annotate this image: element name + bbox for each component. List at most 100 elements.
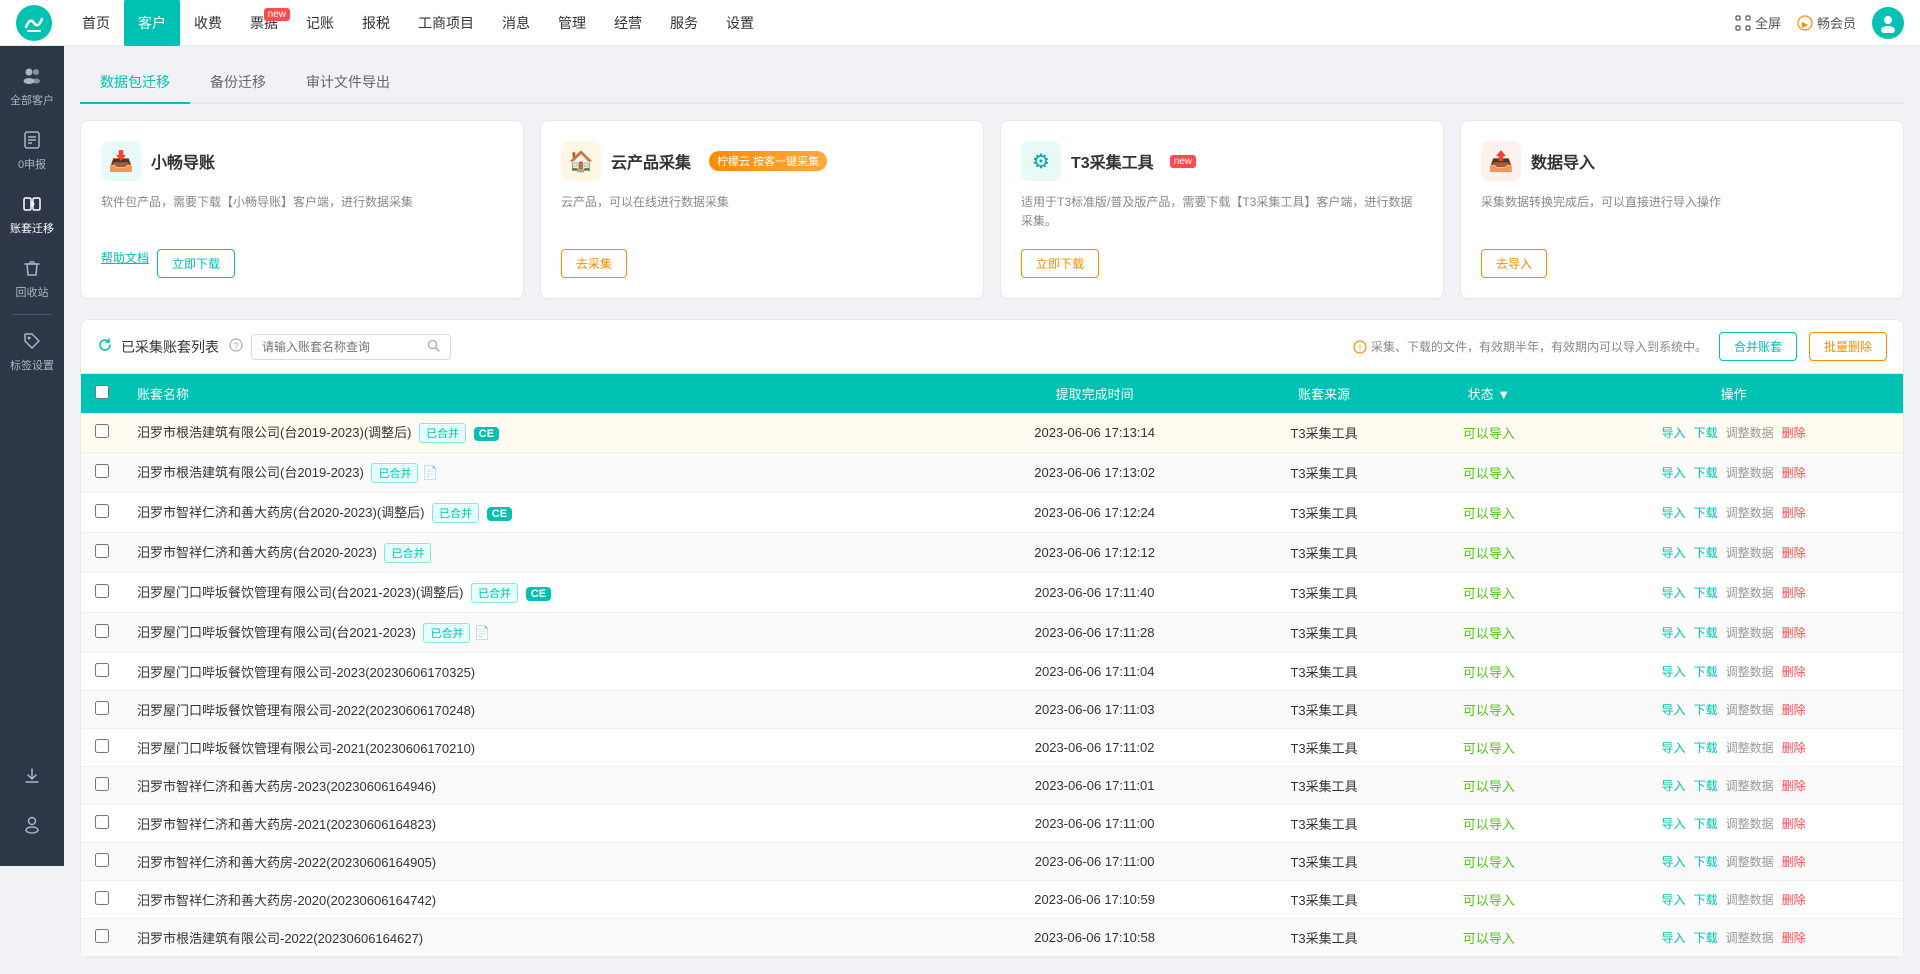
row-checkbox[interactable] — [95, 663, 109, 677]
action-adjust[interactable]: 调整数据 — [1726, 506, 1774, 520]
sidebar-item-trash[interactable]: 回收站 — [0, 246, 64, 310]
fullscreen-btn[interactable]: 全屏 — [1735, 13, 1781, 32]
action-delete[interactable]: 删除 — [1782, 466, 1806, 480]
action-下载[interactable]: 下载 — [1694, 931, 1718, 945]
action-delete[interactable]: 删除 — [1782, 426, 1806, 440]
tab-data-migration[interactable]: 数据包迁移 — [80, 62, 190, 104]
action-adjust[interactable]: 调整数据 — [1726, 426, 1774, 440]
action-adjust[interactable]: 调整数据 — [1726, 703, 1774, 717]
action-导入[interactable]: 导入 — [1662, 703, 1686, 717]
search-box[interactable] — [251, 334, 451, 360]
action-导入[interactable]: 导入 — [1662, 506, 1686, 520]
action-adjust[interactable]: 调整数据 — [1726, 817, 1774, 831]
import-go-btn[interactable]: 去导入 — [1481, 249, 1547, 278]
action-导入[interactable]: 导入 — [1662, 586, 1686, 600]
action-adjust[interactable]: 调整数据 — [1726, 546, 1774, 560]
action-下载[interactable]: 下载 — [1694, 855, 1718, 869]
action-导入[interactable]: 导入 — [1662, 626, 1686, 640]
action-导入[interactable]: 导入 — [1662, 546, 1686, 560]
row-checkbox-cell[interactable] — [81, 691, 123, 729]
row-checkbox[interactable] — [95, 544, 109, 558]
action-delete[interactable]: 删除 — [1782, 855, 1806, 869]
nav-accounting[interactable]: 记账 — [292, 0, 348, 46]
action-adjust[interactable]: 调整数据 — [1726, 855, 1774, 869]
row-checkbox-cell[interactable] — [81, 805, 123, 843]
action-导入[interactable]: 导入 — [1662, 855, 1686, 869]
row-checkbox[interactable] — [95, 584, 109, 598]
action-导入[interactable]: 导入 — [1662, 426, 1686, 440]
row-checkbox[interactable] — [95, 929, 109, 943]
action-adjust[interactable]: 调整数据 — [1726, 741, 1774, 755]
action-下载[interactable]: 下载 — [1694, 779, 1718, 793]
action-adjust[interactable]: 调整数据 — [1726, 779, 1774, 793]
row-checkbox-cell[interactable] — [81, 493, 123, 533]
action-下载[interactable]: 下载 — [1694, 626, 1718, 640]
row-checkbox-cell[interactable] — [81, 843, 123, 881]
sidebar-user-setting[interactable] — [16, 802, 48, 850]
tab-audit-export[interactable]: 审计文件导出 — [286, 62, 410, 104]
col-status[interactable]: 状态 ▼ — [1414, 374, 1565, 413]
nav-tax[interactable]: 报税 — [348, 0, 404, 46]
action-导入[interactable]: 导入 — [1662, 893, 1686, 907]
row-checkbox[interactable] — [95, 464, 109, 478]
sidebar-download[interactable] — [16, 754, 48, 802]
action-下载[interactable]: 下载 — [1694, 665, 1718, 679]
sidebar-item-all-clients[interactable]: 全部客户 — [0, 54, 64, 118]
row-checkbox-cell[interactable] — [81, 413, 123, 453]
refresh-icon[interactable] — [97, 337, 113, 356]
file-icon[interactable]: 📄 — [474, 625, 490, 640]
row-checkbox-cell[interactable] — [81, 573, 123, 613]
row-checkbox-cell[interactable] — [81, 919, 123, 957]
help-icon[interactable]: ? — [229, 338, 243, 355]
xiaochang-help-link[interactable]: 帮助文档 — [101, 249, 149, 278]
action-导入[interactable]: 导入 — [1662, 817, 1686, 831]
row-checkbox-cell[interactable] — [81, 453, 123, 493]
batch-delete-btn[interactable]: 批量删除 — [1809, 332, 1887, 361]
nav-message[interactable]: 消息 — [488, 0, 544, 46]
action-导入[interactable]: 导入 — [1662, 466, 1686, 480]
row-checkbox-cell[interactable] — [81, 767, 123, 805]
action-delete[interactable]: 删除 — [1782, 626, 1806, 640]
action-下载[interactable]: 下载 — [1694, 703, 1718, 717]
search-icon[interactable] — [427, 339, 440, 355]
sidebar-item-migrate[interactable]: 账套迁移 — [0, 182, 64, 246]
action-下载[interactable]: 下载 — [1694, 506, 1718, 520]
row-checkbox[interactable] — [95, 815, 109, 829]
action-导入[interactable]: 导入 — [1662, 741, 1686, 755]
select-all-checkbox[interactable] — [95, 385, 109, 399]
action-下载[interactable]: 下载 — [1694, 466, 1718, 480]
action-adjust[interactable]: 调整数据 — [1726, 893, 1774, 907]
row-checkbox-cell[interactable] — [81, 729, 123, 767]
action-下载[interactable]: 下载 — [1694, 586, 1718, 600]
action-导入[interactable]: 导入 — [1662, 665, 1686, 679]
action-adjust[interactable]: 调整数据 — [1726, 626, 1774, 640]
user-avatar[interactable] — [1872, 7, 1904, 39]
row-checkbox[interactable] — [95, 891, 109, 905]
action-delete[interactable]: 删除 — [1782, 506, 1806, 520]
action-adjust[interactable]: 调整数据 — [1726, 931, 1774, 945]
row-checkbox-cell[interactable] — [81, 533, 123, 573]
action-delete[interactable]: 删除 — [1782, 586, 1806, 600]
row-checkbox[interactable] — [95, 777, 109, 791]
action-delete[interactable]: 删除 — [1782, 779, 1806, 793]
action-下载[interactable]: 下载 — [1694, 546, 1718, 560]
action-delete[interactable]: 删除 — [1782, 703, 1806, 717]
row-checkbox[interactable] — [95, 424, 109, 438]
action-delete[interactable]: 删除 — [1782, 741, 1806, 755]
nav-manage[interactable]: 管理 — [544, 0, 600, 46]
row-checkbox-cell[interactable] — [81, 881, 123, 919]
action-下载[interactable]: 下载 — [1694, 893, 1718, 907]
sidebar-item-zero-report[interactable]: 0申报 — [0, 118, 64, 182]
action-delete[interactable]: 删除 — [1782, 931, 1806, 945]
action-下载[interactable]: 下载 — [1694, 426, 1718, 440]
action-导入[interactable]: 导入 — [1662, 931, 1686, 945]
nav-ticket[interactable]: 票据 new — [236, 0, 292, 46]
xiaochang-download-btn[interactable]: 立即下载 — [157, 249, 235, 278]
action-adjust[interactable]: 调整数据 — [1726, 466, 1774, 480]
nav-fee[interactable]: 收费 — [180, 0, 236, 46]
tab-backup-migration[interactable]: 备份迁移 — [190, 62, 286, 104]
action-delete[interactable]: 删除 — [1782, 893, 1806, 907]
file-icon[interactable]: 📄 — [422, 465, 438, 480]
vip-btn[interactable]: ▶ 畅会员 — [1797, 13, 1856, 32]
search-input[interactable] — [262, 340, 421, 354]
